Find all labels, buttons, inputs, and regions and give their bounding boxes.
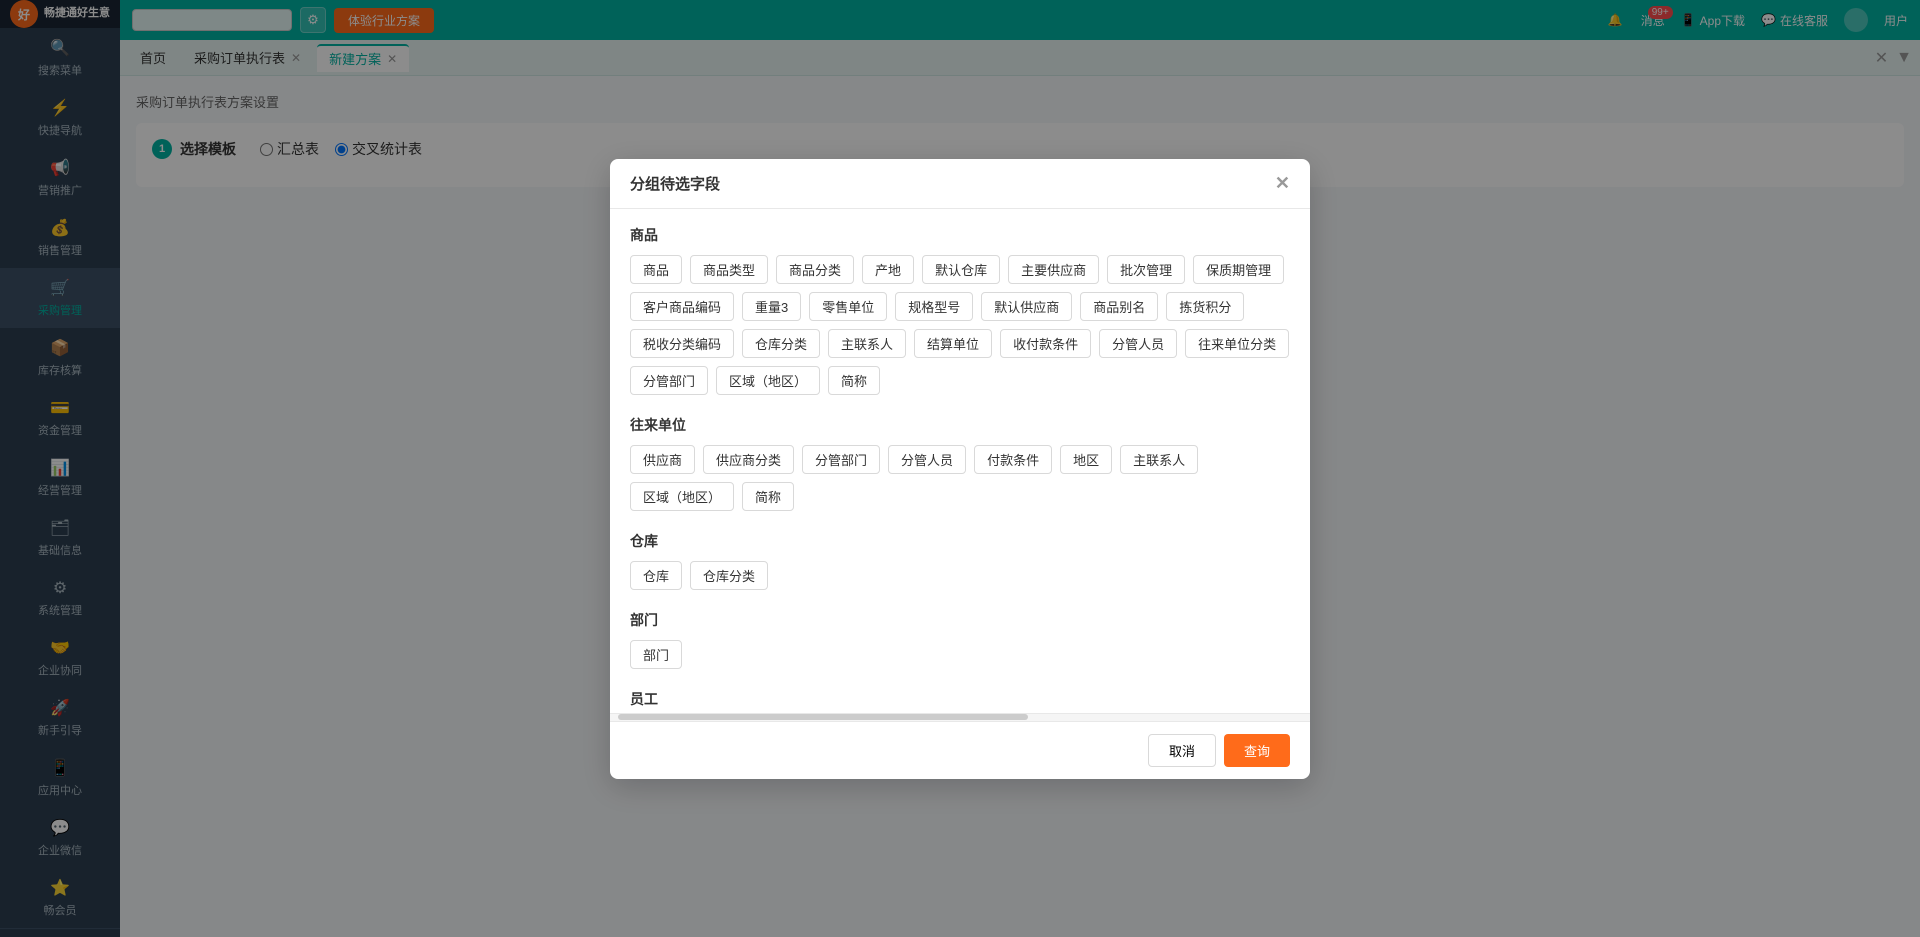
field-tag-1-1[interactable]: 供应商分类 bbox=[703, 445, 794, 474]
field-tag-0-14[interactable]: 拣货积分 bbox=[1166, 292, 1244, 321]
category-title-0: 商品 bbox=[630, 225, 1290, 245]
field-tag-0-11[interactable]: 规格型号 bbox=[895, 292, 973, 321]
category-title-3: 部门 bbox=[630, 610, 1290, 630]
category-title-2: 仓库 bbox=[630, 531, 1290, 551]
field-tag-0-5[interactable]: 主要供应商 bbox=[1008, 255, 1099, 284]
field-tag-2-1[interactable]: 仓库分类 bbox=[690, 561, 768, 590]
field-category-4: 员工业务员 bbox=[630, 689, 1290, 713]
field-tag-0-10[interactable]: 零售单位 bbox=[809, 292, 887, 321]
field-tag-2-0[interactable]: 仓库 bbox=[630, 561, 682, 590]
field-tags-0: 商品商品类型商品分类产地默认仓库主要供应商批次管理保质期管理客户商品编码重量3 零… bbox=[630, 255, 1290, 395]
field-category-1: 往来单位供应商供应商分类分管部门分管人员付款条件地区主联系人区域（地区） 简称 bbox=[630, 415, 1290, 511]
modal-close-btn[interactable]: ✕ bbox=[1275, 174, 1290, 192]
confirm-button[interactable]: 查询 bbox=[1224, 734, 1290, 767]
field-tag-0-18[interactable]: 结算单位 bbox=[914, 329, 992, 358]
field-tag-0-20[interactable]: 分管人员 bbox=[1099, 329, 1177, 358]
field-category-3: 部门部门 bbox=[630, 610, 1290, 669]
modal-body[interactable]: 商品商品商品类型商品分类产地默认仓库主要供应商批次管理保质期管理客户商品编码重量… bbox=[610, 209, 1310, 713]
field-tag-0-6[interactable]: 批次管理 bbox=[1107, 255, 1185, 284]
field-tag-0-17[interactable]: 主联系人 bbox=[828, 329, 906, 358]
field-tag-0-16[interactable]: 仓库分类 bbox=[742, 329, 820, 358]
field-tag-0-8[interactable]: 客户商品编码 bbox=[630, 292, 734, 321]
field-tag-0-15[interactable]: 税收分类编码 bbox=[630, 329, 734, 358]
field-tag-0-4[interactable]: 默认仓库 bbox=[922, 255, 1000, 284]
field-tag-1-4[interactable]: 付款条件 bbox=[974, 445, 1052, 474]
field-tag-0-7[interactable]: 保质期管理 bbox=[1193, 255, 1284, 284]
field-tag-3-0[interactable]: 部门 bbox=[630, 640, 682, 669]
field-category-0: 商品商品商品类型商品分类产地默认仓库主要供应商批次管理保质期管理客户商品编码重量… bbox=[630, 225, 1290, 395]
modal-title: 分组待选字段 bbox=[630, 173, 720, 194]
field-tag-0-12[interactable]: 默认供应商 bbox=[981, 292, 1072, 321]
modal-overlay: 分组待选字段 ✕ 商品商品商品类型商品分类产地默认仓库主要供应商批次管理保质期管… bbox=[0, 0, 1920, 937]
field-tag-0-24[interactable]: 简称 bbox=[828, 366, 880, 395]
field-tag-0-21[interactable]: 往来单位分类 bbox=[1185, 329, 1289, 358]
field-tag-0-0[interactable]: 商品 bbox=[630, 255, 682, 284]
field-tags-1: 供应商供应商分类分管部门分管人员付款条件地区主联系人区域（地区） 简称 bbox=[630, 445, 1290, 511]
category-title-1: 往来单位 bbox=[630, 415, 1290, 435]
field-tag-1-3[interactable]: 分管人员 bbox=[888, 445, 966, 474]
modal-hscroll[interactable] bbox=[610, 713, 1310, 721]
category-title-4: 员工 bbox=[630, 689, 1290, 709]
hscroll-thumb bbox=[618, 714, 1028, 720]
field-tag-1-6[interactable]: 主联系人 bbox=[1120, 445, 1198, 474]
field-tag-0-3[interactable]: 产地 bbox=[862, 255, 914, 284]
field-tag-1-0[interactable]: 供应商 bbox=[630, 445, 695, 474]
modal-header: 分组待选字段 ✕ bbox=[610, 159, 1310, 209]
field-tags-3: 部门 bbox=[630, 640, 1290, 669]
field-tag-1-8[interactable]: 简称 bbox=[742, 482, 794, 511]
field-tag-0-13[interactable]: 商品别名 bbox=[1080, 292, 1158, 321]
field-tag-0-22[interactable]: 分管部门 bbox=[630, 366, 708, 395]
field-tag-0-1[interactable]: 商品类型 bbox=[690, 255, 768, 284]
field-tag-1-2[interactable]: 分管部门 bbox=[802, 445, 880, 474]
modal-footer: 取消 查询 bbox=[610, 721, 1310, 779]
field-tag-1-5[interactable]: 地区 bbox=[1060, 445, 1112, 474]
field-category-2: 仓库仓库仓库分类 bbox=[630, 531, 1290, 590]
modal-dialog: 分组待选字段 ✕ 商品商品商品类型商品分类产地默认仓库主要供应商批次管理保质期管… bbox=[610, 159, 1310, 779]
cancel-button[interactable]: 取消 bbox=[1148, 734, 1216, 767]
field-tag-1-7[interactable]: 区域（地区） bbox=[630, 482, 734, 511]
field-tag-0-23[interactable]: 区域（地区） bbox=[716, 366, 820, 395]
field-tag-0-9[interactable]: 重量3 bbox=[742, 292, 801, 321]
field-tag-0-2[interactable]: 商品分类 bbox=[776, 255, 854, 284]
field-tag-0-19[interactable]: 收付款条件 bbox=[1000, 329, 1091, 358]
field-tags-2: 仓库仓库分类 bbox=[630, 561, 1290, 590]
